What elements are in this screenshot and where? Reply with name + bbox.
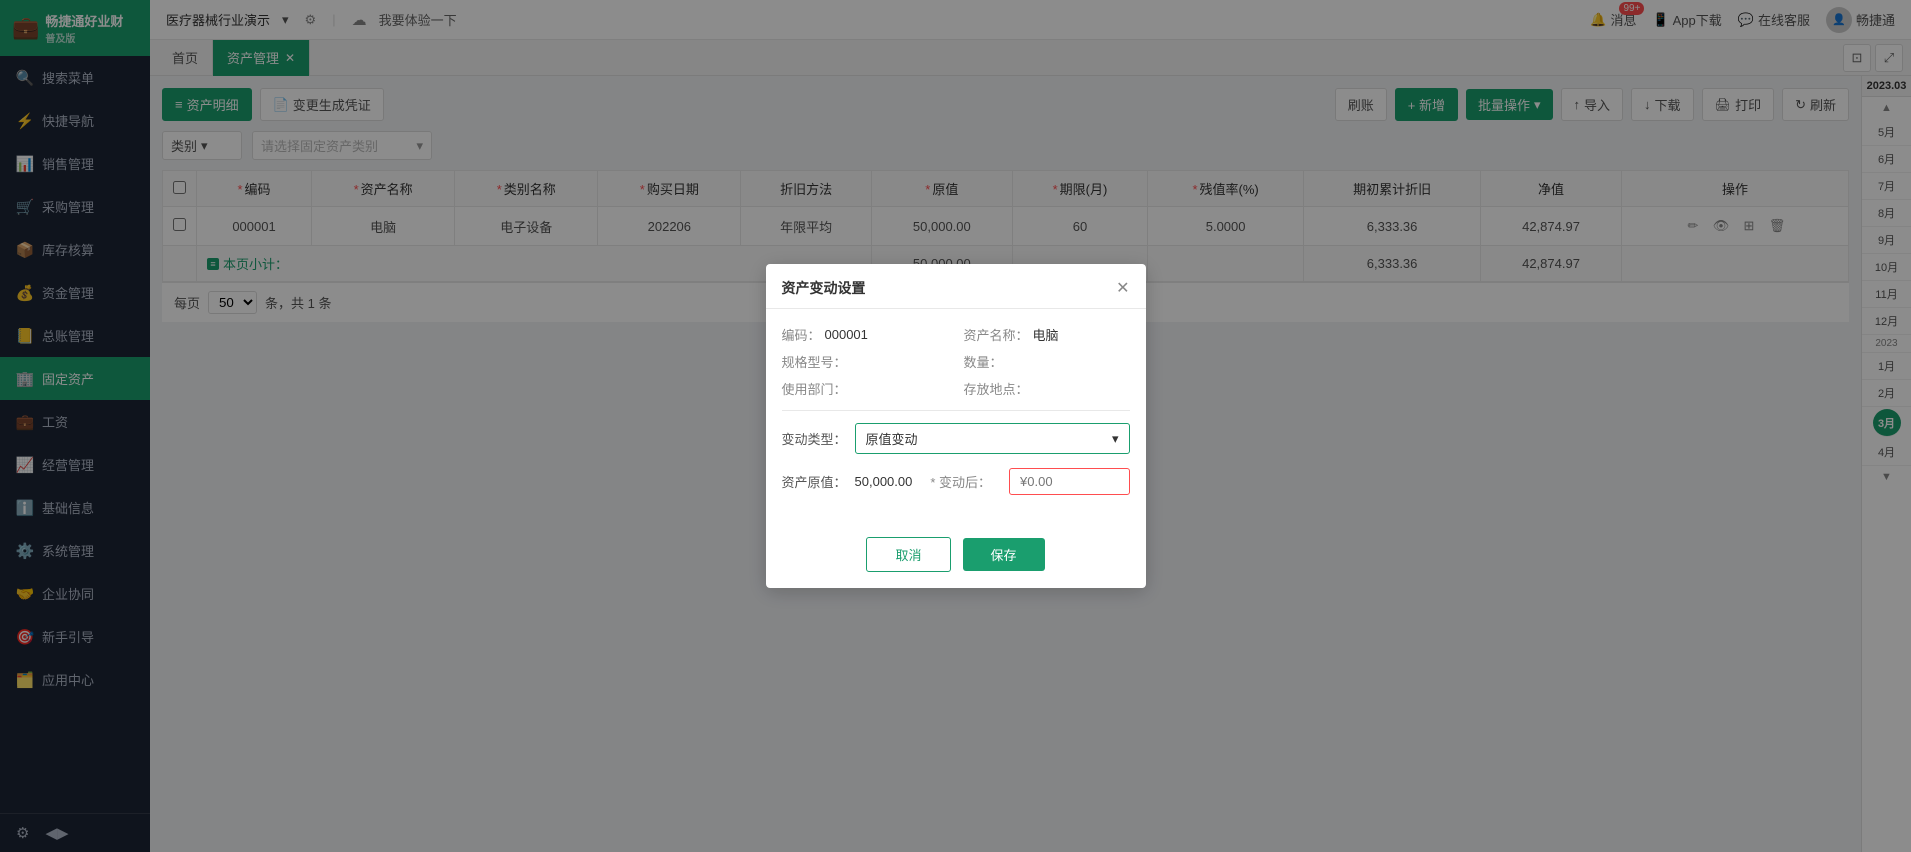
after-value-input[interactable] bbox=[1009, 468, 1129, 495]
asset-value-label: 资产原值： bbox=[782, 472, 847, 491]
dialog-body: 编码： 000001 资产名称： 电脑 规格型号： 数量： 使用部门： bbox=[766, 309, 1146, 525]
dialog-divider bbox=[782, 410, 1130, 411]
change-type-select[interactable]: 原值变动 ▾ bbox=[855, 423, 1130, 454]
dialog-close-icon[interactable]: ✕ bbox=[1116, 278, 1129, 298]
dialog-qty: 数量： bbox=[964, 352, 1130, 371]
cancel-button[interactable]: 取消 bbox=[866, 537, 950, 572]
dialog-code: 编码： 000001 bbox=[782, 325, 948, 344]
asset-value-display: 50,000.00 bbox=[855, 474, 913, 489]
dialog-dept: 使用部门： bbox=[782, 379, 948, 398]
dialog-asset-value-row: 资产原值： 50,000.00 * 变动后： bbox=[782, 468, 1130, 495]
dialog-header: 资产变动设置 ✕ bbox=[766, 264, 1146, 309]
dialog-code-value: 000001 bbox=[825, 327, 868, 342]
change-type-chevron-icon: ▾ bbox=[1112, 431, 1119, 447]
dialog-asset-name: 资产名称： 电脑 bbox=[964, 325, 1130, 344]
dialog-location: 存放地点： bbox=[964, 379, 1130, 398]
dialog-name-value: 电脑 bbox=[1033, 325, 1059, 344]
change-type-label: 变动类型： bbox=[782, 429, 847, 448]
dialog-info-grid: 编码： 000001 资产名称： 电脑 规格型号： 数量： 使用部门： bbox=[782, 325, 1130, 398]
after-label: * 变动后： bbox=[930, 472, 991, 491]
modal-overlay: 资产变动设置 ✕ 编码： 000001 资产名称： 电脑 规格型号： 数量： bbox=[0, 0, 1911, 852]
dialog-footer: 取消 保存 bbox=[766, 525, 1146, 588]
change-type-value: 原值变动 bbox=[866, 429, 918, 448]
save-button[interactable]: 保存 bbox=[963, 538, 1045, 571]
dialog-spec: 规格型号： bbox=[782, 352, 948, 371]
dialog-title: 资产变动设置 bbox=[782, 278, 866, 298]
dialog-change-type-row: 变动类型： 原值变动 ▾ bbox=[782, 423, 1130, 454]
asset-change-dialog: 资产变动设置 ✕ 编码： 000001 资产名称： 电脑 规格型号： 数量： bbox=[766, 264, 1146, 588]
